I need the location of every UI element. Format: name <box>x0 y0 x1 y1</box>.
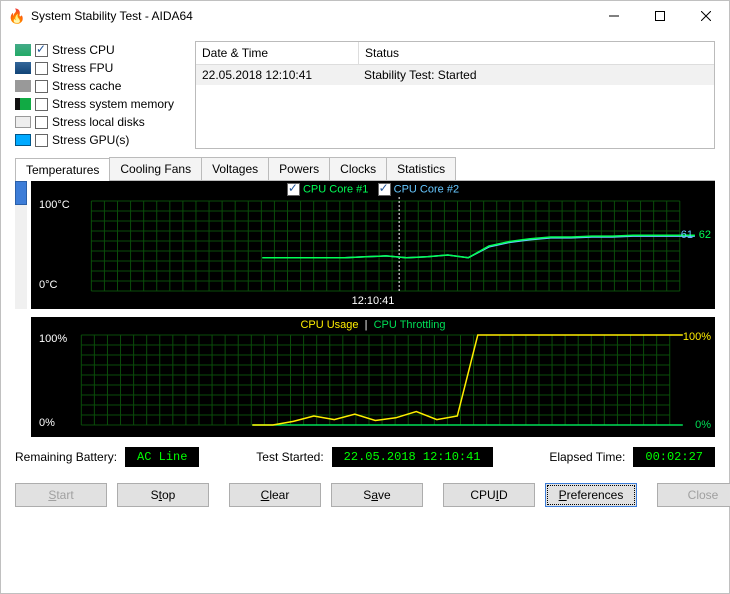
stress-disk-label: Stress local disks <box>52 115 145 129</box>
usage-end-throttle: 0% <box>695 419 711 431</box>
disk-icon <box>15 116 31 128</box>
stress-cache-checkbox[interactable] <box>35 80 48 93</box>
top-row: Stress CPU Stress FPU Stress cache Stres… <box>15 41 715 149</box>
stress-cpu-label: Stress CPU <box>52 43 115 57</box>
app-window: 🔥 System Stability Test - AIDA64 Stress … <box>0 0 730 594</box>
minimize-button[interactable] <box>591 1 637 31</box>
content-area: Stress CPU Stress FPU Stress cache Stres… <box>1 31 729 593</box>
temperature-chart: CPU Core #1 CPU Core #2 100°C 0°C 62 61 … <box>31 181 715 309</box>
titlebar: 🔥 System Stability Test - AIDA64 <box>1 1 729 31</box>
elapsed-value: 00:02:27 <box>633 447 715 467</box>
temp-chart-wrap: CPU Core #1 CPU Core #2 100°C 0°C 62 61 … <box>15 181 715 309</box>
preferences-button[interactable]: Preferences <box>545 483 637 507</box>
stress-fpu-label: Stress FPU <box>52 61 113 75</box>
fpu-icon <box>15 62 31 74</box>
tab-powers[interactable]: Powers <box>268 157 330 180</box>
stress-cpu-item: Stress CPU <box>15 41 185 59</box>
temp-slider[interactable] <box>15 181 27 309</box>
button-row: Start Stop Clear Save CPUID Preferences … <box>15 477 715 507</box>
stress-disk-item: Stress local disks <box>15 113 185 131</box>
tab-clocks[interactable]: Clocks <box>329 157 387 180</box>
usage-ymin: 0% <box>39 417 55 429</box>
usage-chart-wrap: CPU Usage | CPU Throttling 100% 0% 100% … <box>15 317 715 437</box>
temp-ymin: 0°C <box>39 279 57 291</box>
close-dialog-button[interactable]: Close <box>657 483 730 507</box>
tab-statistics[interactable]: Statistics <box>386 157 456 180</box>
tab-voltages[interactable]: Voltages <box>201 157 269 180</box>
temp-xlabel: 12:10:41 <box>352 295 395 307</box>
stress-options: Stress CPU Stress FPU Stress cache Stres… <box>15 41 185 149</box>
charts-panel: CPU Core #1 CPU Core #2 100°C 0°C 62 61 … <box>15 181 715 437</box>
tabs-container: Temperatures Cooling Fans Voltages Power… <box>15 157 715 437</box>
log-header-status[interactable]: Status <box>359 42 714 64</box>
log-cell-datetime: 22.05.2018 12:10:41 <box>196 65 358 85</box>
tabs: Temperatures Cooling Fans Voltages Power… <box>15 157 715 181</box>
close-button[interactable] <box>683 1 729 31</box>
stress-gpu-checkbox[interactable] <box>35 134 48 147</box>
window-title: System Stability Test - AIDA64 <box>31 9 591 23</box>
log-cell-status: Stability Test: Started <box>358 65 714 85</box>
usage-legend: CPU Usage | CPU Throttling <box>31 319 715 331</box>
stop-button[interactable]: Stop <box>117 483 209 507</box>
legend-core1-checkbox[interactable] <box>287 183 300 196</box>
status-row: Remaining Battery: AC Line Test Started:… <box>15 445 715 469</box>
stress-cpu-checkbox[interactable] <box>35 44 48 57</box>
stress-mem-label: Stress system memory <box>52 97 174 111</box>
stress-mem-item: Stress system memory <box>15 95 185 113</box>
legend-core2: CPU Core #2 <box>394 183 459 195</box>
legend-core2-checkbox[interactable] <box>378 183 391 196</box>
save-button[interactable]: Save <box>331 483 423 507</box>
stress-disk-checkbox[interactable] <box>35 116 48 129</box>
battery-value: AC Line <box>125 447 199 467</box>
stress-cache-item: Stress cache <box>15 77 185 95</box>
stress-fpu-checkbox[interactable] <box>35 62 48 75</box>
elapsed-label: Elapsed Time: <box>549 450 625 464</box>
app-icon: 🔥 <box>9 8 25 24</box>
gpu-icon <box>15 134 31 146</box>
cpuid-button[interactable]: CPUID <box>443 483 535 507</box>
temp-ymax: 100°C <box>39 199 70 211</box>
usage-chart: CPU Usage | CPU Throttling 100% 0% 100% … <box>31 317 715 437</box>
log-header-datetime[interactable]: Date & Time <box>196 42 359 64</box>
legend-usage: CPU Usage <box>300 319 358 331</box>
log-header: Date & Time Status <box>196 42 714 65</box>
stress-gpu-item: Stress GPU(s) <box>15 131 185 149</box>
legend-core1: CPU Core #1 <box>303 183 368 195</box>
tab-temperatures[interactable]: Temperatures <box>15 158 110 181</box>
legend-throttle: CPU Throttling <box>374 319 446 331</box>
stress-gpu-label: Stress GPU(s) <box>52 133 129 147</box>
log-row[interactable]: 22.05.2018 12:10:41 Stability Test: Star… <box>196 65 714 85</box>
usage-end-usage: 100% <box>683 331 711 343</box>
temp-end-core1: 62 <box>699 229 711 241</box>
battery-label: Remaining Battery: <box>15 450 117 464</box>
clear-button[interactable]: Clear <box>229 483 321 507</box>
tab-cooling-fans[interactable]: Cooling Fans <box>109 157 202 180</box>
stress-fpu-item: Stress FPU <box>15 59 185 77</box>
usage-ymax: 100% <box>39 333 67 345</box>
started-label: Test Started: <box>256 450 323 464</box>
start-button[interactable]: Start <box>15 483 107 507</box>
maximize-button[interactable] <box>637 1 683 31</box>
cache-icon <box>15 80 31 92</box>
started-value: 22.05.2018 12:10:41 <box>332 447 493 467</box>
stress-cache-label: Stress cache <box>52 79 121 93</box>
window-buttons <box>591 1 729 31</box>
temp-end-core2: 61 <box>681 229 693 241</box>
stress-mem-checkbox[interactable] <box>35 98 48 111</box>
cpu-icon <box>15 44 31 56</box>
temp-legend: CPU Core #1 CPU Core #2 <box>31 183 715 196</box>
memory-icon <box>15 98 31 110</box>
log-table: Date & Time Status 22.05.2018 12:10:41 S… <box>195 41 715 149</box>
